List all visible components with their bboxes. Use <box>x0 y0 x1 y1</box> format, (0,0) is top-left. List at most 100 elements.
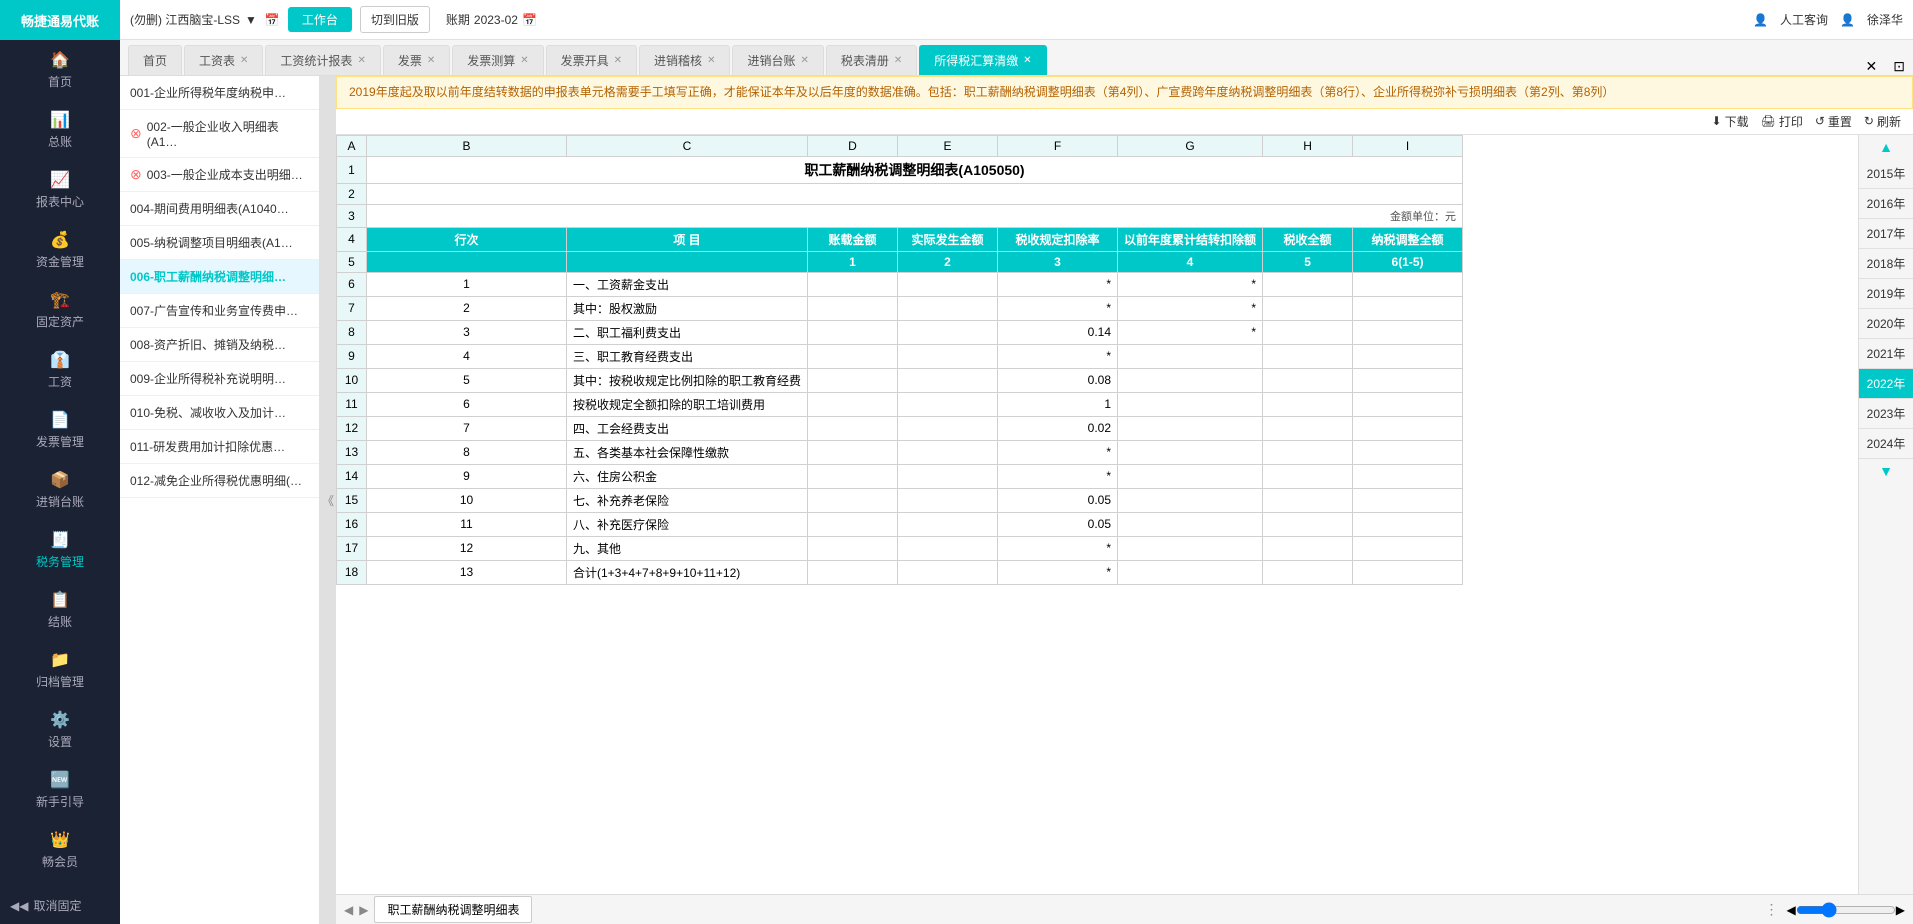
list-item-010[interactable]: 010-免税、减收收入及加计… <box>120 396 319 430</box>
tab-tax-register[interactable]: 税表清册 ✕ <box>826 45 917 75</box>
list-item-011[interactable]: 011-研发费用加计扣除优惠… <box>120 430 319 464</box>
year-item-2017[interactable]: 2017年 <box>1859 219 1913 249</box>
list-item-007[interactable]: 007-广告宣传和业务宣传费申… <box>120 294 319 328</box>
tab-home[interactable]: 首页 <box>128 45 182 75</box>
tab-close-all-icon[interactable]: ✕ <box>1858 58 1886 75</box>
year-item-2015[interactable]: 2015年 <box>1859 159 1913 189</box>
sidebar-item-assets[interactable]: 🏗️ 固定资产 <box>0 280 120 340</box>
sheet-title: 职工薪酬纳税调整明细表(A105050) <box>367 156 1463 183</box>
tab-close-icon[interactable]: ✕ <box>520 55 528 66</box>
col-header-item: 项 目 <box>567 227 808 251</box>
sidebar-item-reports[interactable]: 📈 报表中心 <box>0 160 120 220</box>
bottom-tab-salary[interactable]: 职工薪酬纳税调整明细表 <box>374 896 532 923</box>
col-header-adjust-total: 纳税调整全额 <box>1353 227 1463 251</box>
list-item-005[interactable]: 005-纳税调整项目明细表(A1… <box>120 226 319 260</box>
sidebar-item-archive[interactable]: 📁 归档管理 <box>0 640 120 700</box>
list-item-label: 011-研发费用加计扣除优惠… <box>130 438 285 455</box>
tax-icon: 🧾 <box>50 530 70 550</box>
tab-close-icon[interactable]: ✕ <box>1023 55 1031 66</box>
user-label[interactable]: 徐泽华 <box>1867 11 1903 28</box>
tab-close-icon[interactable]: ✕ <box>427 55 435 66</box>
year-item-2023[interactable]: 2023年 <box>1859 399 1913 429</box>
tab-invoice-calc[interactable]: 发票测算 ✕ <box>452 45 543 75</box>
list-item-label: 009-企业所得税补充说明明… <box>130 370 286 387</box>
sidebar-item-finance[interactable]: 💰 资金管理 <box>0 220 120 280</box>
year-item-2021[interactable]: 2021年 <box>1859 339 1913 369</box>
tab-income-tax[interactable]: 所得税汇算清缴 ✕ <box>919 45 1046 75</box>
list-item-003[interactable]: ⊗ 003-一般企业成本支出明细… <box>120 158 319 192</box>
sidebar-item-label: 新手引导 <box>36 793 84 810</box>
list-item-label: 007-广告宣传和业务宣传费申… <box>130 302 298 319</box>
year-item-2020[interactable]: 2020年 <box>1859 309 1913 339</box>
table-row-sub: 5 1 2 3 4 5 6(1-5) <box>337 251 1463 272</box>
tab-salary-stats[interactable]: 工资统计报表 ✕ <box>265 45 380 75</box>
year-scroll-up-button[interactable]: ▲ <box>1859 135 1913 159</box>
col-header-rownum: 行次 <box>367 227 567 251</box>
tab-label: 工资统计报表 <box>280 52 352 69</box>
sidebar-item-close-account[interactable]: 📋 结账 <box>0 580 120 640</box>
unpin-button[interactable]: ◀◀ 取消固定 <box>0 887 120 924</box>
horizontal-scrollbar[interactable] <box>1796 902 1896 918</box>
tab-close-icon[interactable]: ✕ <box>614 55 622 66</box>
sidebar-item-ledger[interactable]: 📊 总账 <box>0 100 120 160</box>
tab-purchase-ledger[interactable]: 进销台账 ✕ <box>732 45 823 75</box>
refresh-button[interactable]: ↻ 刷新 <box>1864 113 1901 130</box>
tab-label: 首页 <box>143 52 167 69</box>
year-item-2024[interactable]: 2024年 <box>1859 429 1913 459</box>
list-item-002[interactable]: ⊗ 002-一般企业收入明细表(A1… <box>120 110 319 158</box>
sheet-scroll-left-icon[interactable]: ◀ <box>1787 903 1796 917</box>
user-avatar-icon: 👤 <box>1840 13 1855 27</box>
period-display: 账期 2023-02 📅 <box>446 11 537 28</box>
list-item-008[interactable]: 008-资产折旧、摊销及纳税… <box>120 328 319 362</box>
sidebar-item-home[interactable]: 🏠 首页 <box>0 40 120 100</box>
support-label[interactable]: 人工客询 <box>1780 11 1828 28</box>
sheet-scroll-right-icon[interactable]: ▶ <box>1896 903 1905 917</box>
assets-icon: 🏗️ <box>50 290 70 310</box>
list-item-004[interactable]: 004-期间费用明细表(A1040… <box>120 192 319 226</box>
tab-invoice-issue[interactable]: 发票开具 ✕ <box>546 45 637 75</box>
bottom-nav-right-icon[interactable]: ▶ <box>359 903 368 917</box>
print-button[interactable]: 🖨 打印 <box>1761 113 1803 130</box>
tab-close-icon[interactable]: ✕ <box>800 55 808 66</box>
tab-close-icon[interactable]: ✕ <box>707 55 715 66</box>
refresh-icon: ↻ <box>1864 114 1874 128</box>
year-item-2022[interactable]: 2022年 <box>1859 369 1913 399</box>
table-container[interactable]: A B C D E F G H I <box>336 135 1858 895</box>
year-item-2018[interactable]: 2018年 <box>1859 249 1913 279</box>
download-button[interactable]: ⬇ 下载 <box>1712 113 1749 130</box>
sidebar-item-member[interactable]: 👑 畅会员 <box>0 820 120 880</box>
collapse-panel-button[interactable]: 《 <box>320 76 336 924</box>
sheet-options-icon[interactable]: ⋮ <box>1765 901 1779 918</box>
tab-close-icon[interactable]: ✕ <box>240 55 248 66</box>
sidebar-item-invoice-mgr[interactable]: 📄 发票管理 <box>0 400 120 460</box>
list-item-012[interactable]: 012-减免企业所得税优惠明细(… <box>120 464 319 498</box>
tab-purchase-check[interactable]: 进销稽核 ✕ <box>639 45 730 75</box>
reset-button[interactable]: ↺ 重置 <box>1815 113 1852 130</box>
main-area: (勿删) 江西脑宝-LSS ▼ 📅 工作台 切到旧版 账期 2023-02 📅 … <box>120 0 1913 924</box>
list-item-006[interactable]: 006-职工薪酬纳税调整明细… <box>120 260 319 294</box>
sidebar-item-purchase-sales[interactable]: 📦 进销台账 <box>0 460 120 520</box>
year-item-2019[interactable]: 2019年 <box>1859 279 1913 309</box>
list-item-001[interactable]: 001-企业所得税年度纳税申… <box>120 76 319 110</box>
year-item-2016[interactable]: 2016年 <box>1859 189 1913 219</box>
tab-invoice[interactable]: 发票 ✕ <box>383 45 450 75</box>
list-item-009[interactable]: 009-企业所得税补充说明明… <box>120 362 319 396</box>
tab-maximize-icon[interactable]: ⊡ <box>1885 58 1913 75</box>
company-selector[interactable]: (勿删) 江西脑宝-LSS ▼ <box>130 11 257 28</box>
tab-close-icon[interactable]: ✕ <box>894 55 902 66</box>
sidebar-item-salary[interactable]: 👔 工资 <box>0 340 120 400</box>
workbench-button[interactable]: 工作台 <box>288 7 352 32</box>
member-icon: 👑 <box>50 830 70 850</box>
sidebar-item-settings[interactable]: ⚙️ 设置 <box>0 700 120 760</box>
tab-close-icon[interactable]: ✕ <box>357 55 365 66</box>
switch-old-button[interactable]: 切到旧版 <box>360 6 430 33</box>
bottom-nav-left-icon[interactable]: ◀ <box>344 903 353 917</box>
tab-label: 所得税汇算清缴 <box>934 52 1018 69</box>
table-row: 16 11 八、补充医疗保险 0.05 <box>337 512 1463 536</box>
sidebar-item-tax[interactable]: 🧾 税务管理 <box>0 520 120 580</box>
tab-label: 工资表 <box>199 52 235 69</box>
list-item-label: 002-一般企业收入明细表(A1… <box>147 118 309 149</box>
tab-salary[interactable]: 工资表 ✕ <box>184 45 263 75</box>
year-scroll-down-button[interactable]: ▼ <box>1859 459 1913 483</box>
sidebar-item-guide[interactable]: 🆕 新手引导 <box>0 760 120 820</box>
